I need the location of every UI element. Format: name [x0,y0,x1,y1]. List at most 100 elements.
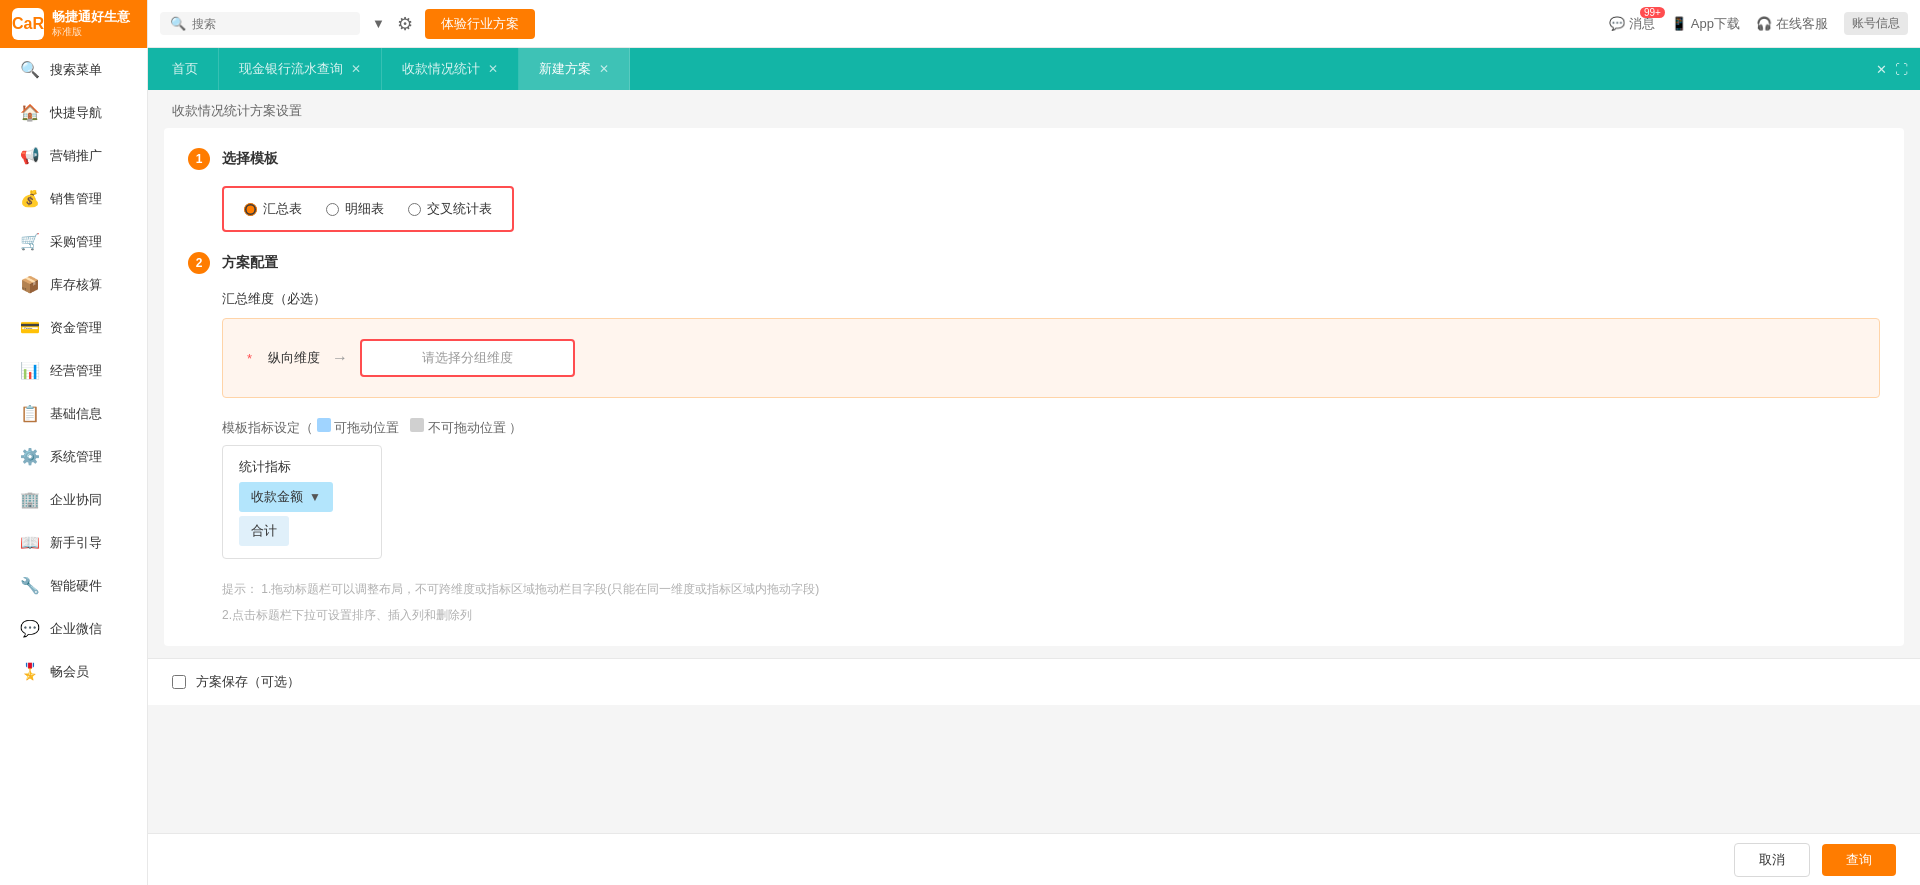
service-label: 在线客服 [1776,15,1828,33]
radio-summary-label: 汇总表 [263,200,302,218]
sidebar-item-inventory[interactable]: 📦 库存核算 [0,263,147,306]
tip-2: 2.点击标题栏下拉可设置排序、插入列和删除列 [222,605,1880,627]
tab-home[interactable]: 首页 [148,48,219,90]
chip-dropdown-icon[interactable]: ▼ [309,490,321,504]
industry-btn[interactable]: 体验行业方案 [425,9,535,39]
sidebar-item-basic[interactable]: 📋 基础信息 [0,392,147,435]
tab-actions: ✕ ⛶ [1864,48,1920,90]
sidebar-item-label: 智能硬件 [50,577,102,595]
sidebar-item-purchase[interactable]: 🛒 采购管理 [0,220,147,263]
service-area[interactable]: 🎧 在线客服 [1756,15,1828,33]
tab-new-plan-close[interactable]: ✕ [599,62,609,76]
app-name: 畅捷通好生意 [52,9,130,25]
search-input[interactable] [192,17,332,31]
finance-icon: 💳 [20,318,40,337]
marketing-icon: 📢 [20,146,40,165]
tab-cashflow-close[interactable]: ✕ [351,62,361,76]
sidebar-item-label: 快捷导航 [50,104,102,122]
metrics-title-row: 模板指标设定（ 可拖动位置 不可拖动位置 ） [222,418,1880,437]
metrics-section: 模板指标设定（ 可拖动位置 不可拖动位置 ） 统计指标 [222,418,1880,559]
tab-receipt-stats-close[interactable]: ✕ [488,62,498,76]
step1-header: 1 选择模板 [188,148,1880,170]
template-options: 汇总表 明细表 交叉统计表 [222,186,514,232]
dimension-selector[interactable]: 请选择分组维度 [360,339,575,377]
breadcrumb: 收款情况统计方案设置 [148,90,1920,128]
tab-receipt-stats[interactable]: 收款情况统计 ✕ [382,48,519,90]
logo-icon: CaR [12,8,44,40]
tab-expand-icon[interactable]: ⛶ [1895,62,1908,77]
dimension-area: * 纵向维度 → 请选择分组维度 [222,318,1880,398]
radio-cross-input[interactable] [408,203,421,216]
dimension-row: * 纵向维度 → 请选择分组维度 [247,339,1855,377]
search-icon: 🔍 [170,16,186,31]
chevron-down-icon[interactable]: ▼ [372,16,385,31]
sidebar-item-system[interactable]: ⚙️ 系统管理 [0,435,147,478]
tab-cashflow[interactable]: 现金银行流水查询 ✕ [219,48,382,90]
message-icon: 💬 [1609,16,1625,31]
sidebar-item-member[interactable]: 🎖️ 畅会员 [0,650,147,693]
notification-area[interactable]: 💬 消息 99+ [1609,15,1655,33]
sidebar-item-label: 系统管理 [50,448,102,466]
app-logo: CaR 畅捷通好生意 标准版 [0,0,147,48]
notification-badge: 99+ [1640,7,1665,18]
metric-chip-label: 收款金额 [251,488,303,506]
sidebar-item-hardware[interactable]: 🔧 智能硬件 [0,564,147,607]
purchase-icon: 🛒 [20,232,40,251]
sidebar-item-label: 企业微信 [50,620,102,638]
download-label: App下载 [1691,15,1740,33]
main-card: 1 选择模板 汇总表 明细表 交叉统计表 [164,128,1904,646]
metric-chip-row: 收款金额 ▼ [239,482,365,512]
hardware-icon: 🔧 [20,576,40,595]
dimension-row-label: 纵向维度 [268,349,320,367]
tab-new-plan[interactable]: 新建方案 ✕ [519,48,630,90]
cancel-button[interactable]: 取消 [1734,843,1810,877]
sidebar-item-label: 新手引导 [50,534,102,552]
sidebar-item-label: 企业协同 [50,491,102,509]
stat-title: 统计指标 [239,458,365,476]
sidebar-item-quicknav[interactable]: 🏠 快捷导航 [0,91,147,134]
app-badge: 标准版 [52,25,130,39]
sidebar-item-sales[interactable]: 💰 销售管理 [0,177,147,220]
radio-detail-label: 明细表 [345,200,384,218]
sidebar-item-marketing[interactable]: 📢 营销推广 [0,134,147,177]
tab-close-all-icon[interactable]: ✕ [1876,62,1887,77]
query-button[interactable]: 查询 [1822,844,1896,876]
basic-icon: 📋 [20,404,40,423]
topbar-right: 💬 消息 99+ 📱 App下载 🎧 在线客服 账号信息 [1609,12,1908,35]
required-star: * [247,351,252,366]
metrics-title-text: 模板指标设定（ 可拖动位置 不可拖动位置 ） [222,418,522,437]
download-icon: 📱 [1671,16,1687,31]
save-checkbox[interactable] [172,675,186,689]
gear-icon[interactable]: ⚙ [397,13,413,35]
sidebar-item-wechat[interactable]: 💬 企业微信 [0,607,147,650]
sidebar-item-finance[interactable]: 💳 资金管理 [0,306,147,349]
tip-1: 提示： 1.拖动标题栏可以调整布局，不可跨维度或指标区域拖动栏目字段(只能在同一… [222,579,1880,601]
sidebar-item-label: 资金管理 [50,319,102,337]
sidebar-item-label: 营销推广 [50,147,102,165]
radio-cross[interactable]: 交叉统计表 [408,200,492,218]
radio-detail-input[interactable] [326,203,339,216]
sidebar-item-management[interactable]: 📊 经营管理 [0,349,147,392]
service-icon: 🎧 [1756,16,1772,31]
metric-chip[interactable]: 收款金额 ▼ [239,482,333,512]
radio-detail[interactable]: 明细表 [326,200,384,218]
metrics-box: 统计指标 收款金额 ▼ 合计 [222,445,382,559]
sidebar-item-search[interactable]: 🔍 搜索菜单 [0,48,147,91]
sidebar-item-label: 搜索菜单 [50,61,102,79]
sidebar-item-guide[interactable]: 📖 新手引导 [0,521,147,564]
download-area[interactable]: 📱 App下载 [1671,15,1740,33]
non-draggable-badge [410,418,424,432]
sidebar-item-enterprise[interactable]: 🏢 企业协同 [0,478,147,521]
sidebar-item-label: 经营管理 [50,362,102,380]
sidebar-item-label: 销售管理 [50,190,102,208]
tab-receipt-stats-label: 收款情况统计 [402,60,480,78]
radio-summary[interactable]: 汇总表 [244,200,302,218]
user-area[interactable]: 账号信息 [1844,12,1908,35]
radio-cross-label: 交叉统计表 [427,200,492,218]
radio-summary-input[interactable] [244,203,257,216]
search-icon: 🔍 [20,60,40,79]
step2-label: 方案配置 [222,254,278,272]
tab-new-plan-label: 新建方案 [539,60,591,78]
search-box[interactable]: 🔍 [160,12,360,35]
management-icon: 📊 [20,361,40,380]
